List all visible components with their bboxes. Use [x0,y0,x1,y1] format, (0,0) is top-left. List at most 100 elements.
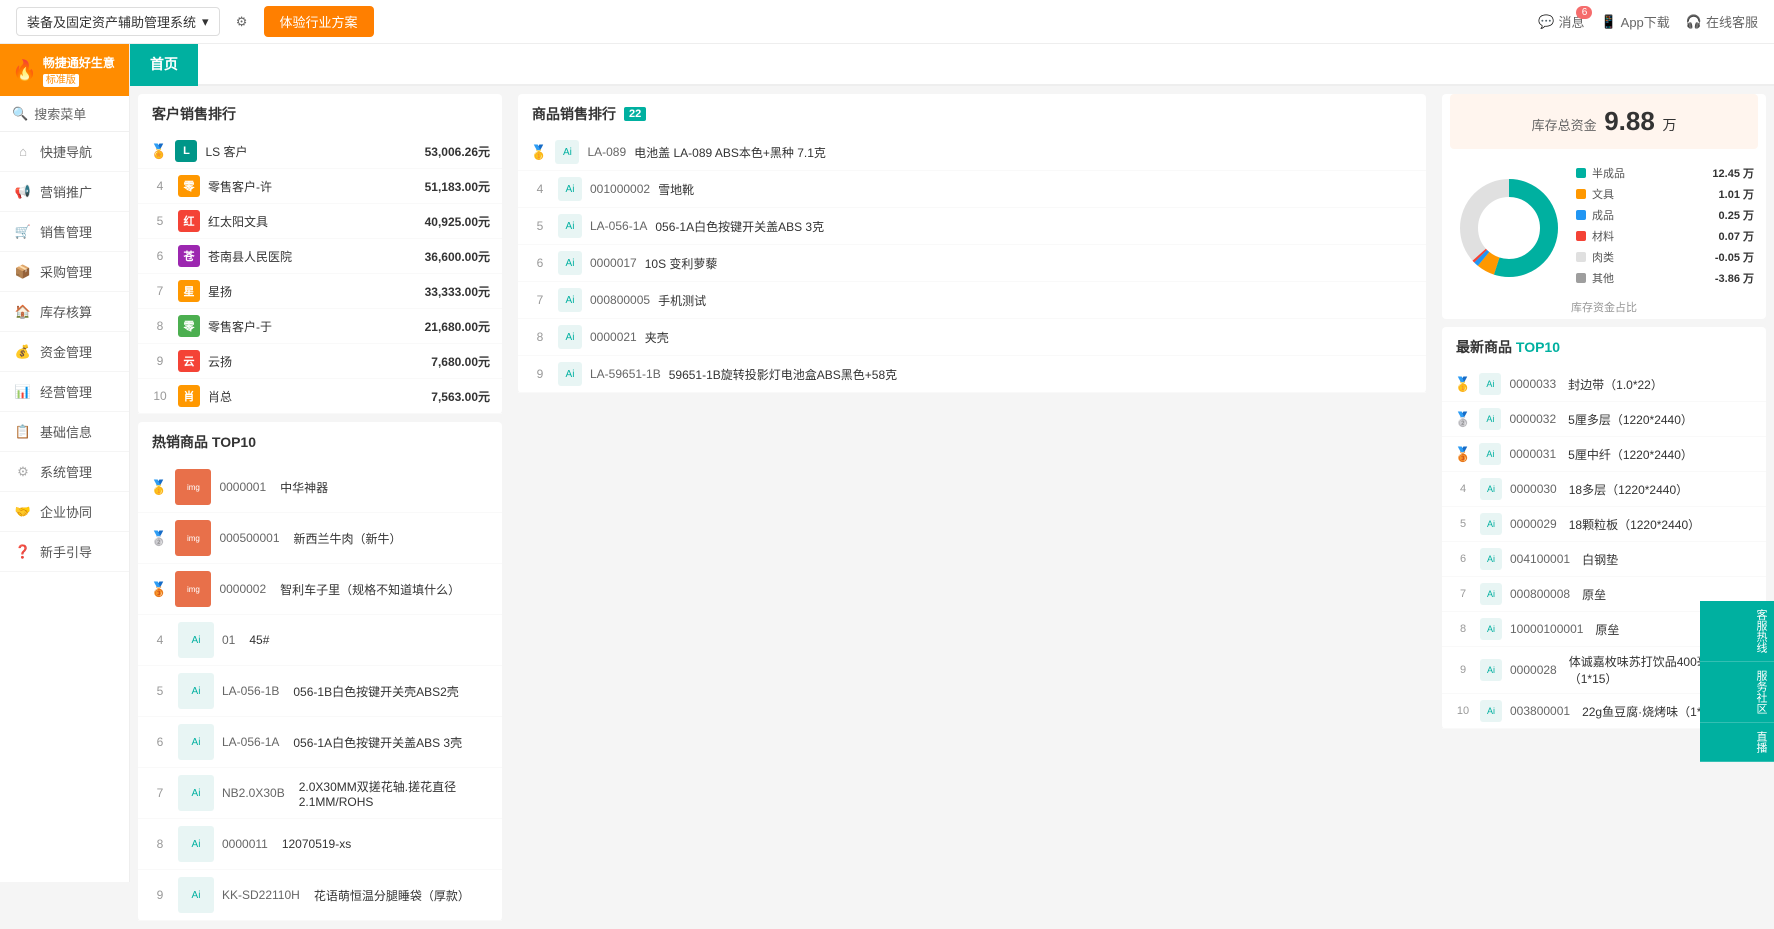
prod-img-6: Ai [558,325,582,349]
prod-name-7: 59651-1B旋转投影灯电池盒ABS黑色+58克 [669,366,1414,383]
np-row-5: 5 Ai 0000029 18颗粒板（1220*2440） [1442,507,1766,542]
cs-hotline-button[interactable]: 客服热线 [1700,601,1774,662]
app-download-button[interactable]: 📱 App下载 [1600,12,1669,31]
np-name-3: 5厘中纤（1220*2440） [1568,446,1754,463]
top-bar-left: 装备及固定资产辅助管理系统 ▾ ⚙ 体验行业方案 [16,6,374,37]
tab-home[interactable]: 首页 [130,44,198,86]
legend-value-2: 1.01 万 [1719,186,1754,202]
prod-code-2: 001000002 [590,182,650,196]
sidebar-label: 系统管理 [40,462,92,481]
sidebar-item-guide[interactable]: ❓ 新手引导 [0,532,129,572]
amount-3: 40,925.00元 [425,213,490,230]
inventory-unit: 万 [1662,117,1676,133]
sales-icon: 🛒 [14,223,32,241]
rank-p3: 5 [530,219,550,233]
customer-sales-header: 客户销售排行 [138,94,502,134]
sidebar-item-sales[interactable]: 🛒 销售管理 [0,212,129,252]
product-count-badge: 22 [624,107,646,121]
medal-p1: 🥇 [530,144,547,161]
chart-area: 半成品 12.45 万 文具 1.01 万 成品 0.25 万 [1442,157,1766,299]
medal-3: 🥉 [150,581,167,598]
guide-icon: ❓ [14,543,32,561]
amount-7: 7,680.00元 [431,353,490,370]
sidebar-item-finance[interactable]: 💰 资金管理 [0,332,129,372]
sidebar-item-purchase[interactable]: 📦 采购管理 [0,252,129,292]
product-row-7: 7 Ai NB2.0X30B 2.0X30MM双搓花轴.搓花直径2.1MM/RO… [138,768,502,819]
sidebar-item-inventory[interactable]: 🏠 库存核算 [0,292,129,332]
sales-ranking-list: 🏅 L LS 客户 53,006.26元 4 零 零售客户-许 51,183.0… [138,134,502,414]
product-code-8: 0000011 [222,837,268,851]
prod-code-6: 0000021 [590,330,637,344]
rank-num-7: 9 [150,354,170,368]
rank-row: 9 云 云扬 7,680.00元 [138,344,502,379]
chevron-down-icon: ▾ [202,14,209,30]
cs-hotline-label: 客服热线 [1755,609,1767,653]
donut-chart [1454,173,1564,283]
inventory-label: 库存总资金 [1532,118,1597,133]
np-name-4: 18多层（1220*2440） [1569,481,1754,498]
np-code-1: 0000033 [1509,377,1556,391]
legend-label-2: 文具 [1592,186,1713,202]
rank-num-4: 6 [150,249,170,263]
sidebar-item-marketing[interactable]: 📢 营销推广 [0,172,129,212]
gear-button[interactable]: ⚙ [228,8,256,36]
np-medal-1: 🥇 [1454,376,1471,393]
sidebar: 🔥 畅捷通好生意 标准版 🔍 搜索菜单 ⌂ 快捷导航 📢 营销推广 🛒 销售管理… [0,44,130,882]
product-rank-row-3: 5 Ai LA-056-1A 056-1A白色按键开关盖ABS 3克 [518,208,1426,245]
sidebar-item-system[interactable]: ⚙ 系统管理 [0,452,129,492]
sidebar-label: 采购管理 [40,262,92,281]
np-code-10: 003800001 [1510,704,1570,718]
inventory-total: 库存总资金 9.88 万 [1450,94,1758,149]
legend-value-4: 0.07 万 [1719,228,1754,244]
finance-icon: 💰 [14,343,32,361]
cs-community-label: 服务社区 [1755,670,1767,714]
sidebar-item-operations[interactable]: 📊 经营管理 [0,372,129,412]
amount-8: 7,563.00元 [431,388,490,405]
product-row-2: 🥈 img 000500001 新西兰牛肉（新牛） [138,513,502,564]
avatar-3: 红 [178,210,200,232]
np-row-1: 🥇 Ai 0000033 封边带（1.0*22） [1442,367,1766,402]
product-sales-title: 商品销售排行 [532,104,616,124]
product-name-2: 新西兰牛肉（新牛） [294,530,490,547]
product-img-7: Ai [178,775,214,811]
operations-icon: 📊 [14,383,32,401]
search-menu-button[interactable]: 🔍 搜索菜单 [0,96,129,132]
legend-dot-3 [1576,210,1586,220]
prod-img-2: Ai [558,177,582,201]
sidebar-label: 销售管理 [40,222,92,241]
np-code-6: 004100001 [1510,552,1570,566]
np-code-9: 0000028 [1510,663,1557,677]
np-num-7: 7 [1454,588,1472,600]
sidebar-item-quick-nav[interactable]: ⌂ 快捷导航 [0,132,129,172]
message-button[interactable]: 💬 消息 6 [1538,12,1584,31]
legend-item-6: 其他 -3.86 万 [1576,270,1754,286]
np-num-5: 5 [1454,518,1472,530]
avatar-4: 苍 [178,245,200,267]
np-img-1: Ai [1479,373,1501,395]
trial-button[interactable]: 体验行业方案 [264,6,374,37]
logo-badge: 标准版 [43,74,79,87]
rank-num-5: 7 [150,284,170,298]
product-rank-row-2: 4 Ai 001000002 雪地靴 [518,171,1426,208]
sidebar-item-enterprise[interactable]: 🤝 企业协同 [0,492,129,532]
product-rank-row-7: 9 Ai LA-59651-1B 59651-1B旋转投影灯电池盒ABS黑色+5… [518,356,1426,393]
cs-community-button[interactable]: 服务社区 [1700,662,1774,723]
prod-code-1: LA-089 [587,145,626,159]
sidebar-label: 营销推广 [40,182,92,201]
np-code-3: 0000031 [1509,447,1556,461]
system-selector[interactable]: 装备及固定资产辅助管理系统 ▾ [16,7,220,36]
rank-num-8: 10 [150,389,170,403]
legend-value-1: 12.45 万 [1712,165,1754,181]
product-rank-row-4: 6 Ai 0000017 10S 变利萝藜 [518,245,1426,282]
sidebar-item-basic-info[interactable]: 📋 基础信息 [0,412,129,452]
rank-num-6: 8 [150,319,170,333]
chart-subtitle: 库存资金占比 [1442,299,1766,319]
online-service-button[interactable]: 🎧 在线客服 [1686,12,1758,31]
np-code-5: 0000029 [1510,517,1557,531]
legend-item-3: 成品 0.25 万 [1576,207,1754,223]
product-ranking-list: 🥇 Ai LA-089 电池盖 LA-089 ABS本色+黑种 7.1克 4 A… [518,134,1426,393]
product-code-6: LA-056-1A [222,735,279,749]
cs-live-button[interactable]: 直播 [1700,723,1774,762]
product-row-1: 🥇 img 0000001 中华神器 [138,462,502,513]
cs-live-label: 直播 [1755,731,1767,753]
